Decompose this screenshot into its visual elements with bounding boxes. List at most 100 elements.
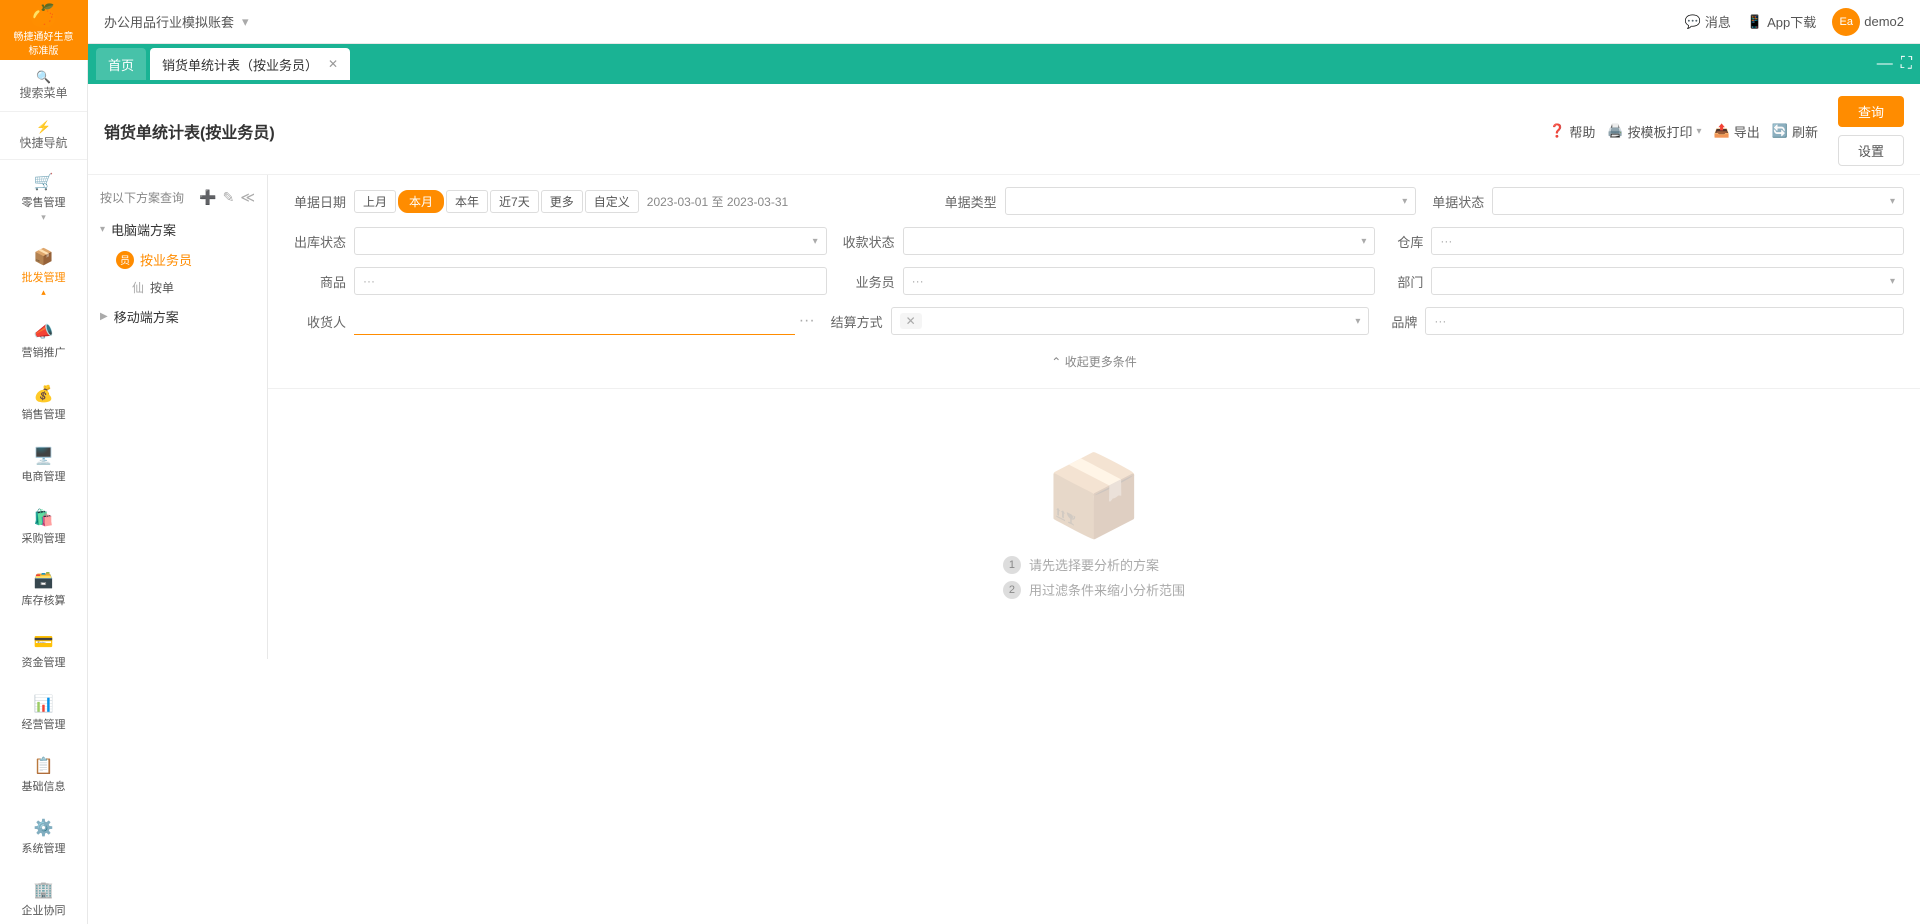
sidebar-item-basic[interactable]: 📋 基础信息: [0, 744, 87, 806]
tab-home[interactable]: 首页: [96, 48, 146, 80]
date-quick-btns: 上月 本月 本年 近7天 更多 自定义: [354, 190, 639, 213]
tab-maximize-icon[interactable]: ⛶: [1901, 55, 1912, 73]
system-icon: ⚙️: [34, 818, 54, 838]
ecommerce-icon: 🖥️: [34, 446, 54, 466]
date-btn-lastmonth[interactable]: 上月: [354, 190, 396, 213]
page-content: 销货单统计表(按业务员) ❓ 帮助 🖨️ 按模板打印 ▾ 📤 导出 🔄 刷: [88, 84, 1920, 924]
stock-status-select[interactable]: ▾: [354, 227, 827, 255]
marketing-label: 营销推广: [22, 344, 66, 360]
tab-close-icon[interactable]: ✕: [328, 57, 338, 71]
sales-icon: 💰: [34, 384, 54, 404]
left-panel-header: 按以下方案查询 ➕ ✎ ≪: [88, 185, 267, 214]
sidebar-item-operation[interactable]: 📊 经营管理: [0, 682, 87, 744]
tree-node-mobile[interactable]: ▶ 移动端方案: [88, 301, 267, 332]
payment-status-select[interactable]: ▾: [903, 227, 1376, 255]
date-btn-thismonth[interactable]: 本月: [398, 190, 444, 213]
collapse-panel-btn[interactable]: ≪: [240, 189, 255, 206]
content-body: 按以下方案查询 ➕ ✎ ≪ ▾ 电脑端方案 员 按业务员: [88, 175, 1920, 659]
date-label: 单据日期: [284, 192, 354, 211]
sidebar-item-sales[interactable]: 💰 销售管理: [0, 372, 87, 434]
retail-arrow: ▾: [41, 212, 46, 223]
filter-section: 单据日期 上月 本月 本年 近7天 更多 自定义 2023-03-01 至 20…: [268, 175, 1920, 389]
tip-num-2: 2: [1003, 581, 1021, 599]
page-title: 销货单统计表(按业务员): [104, 119, 275, 143]
filter-row-4: 收货人 ··· 结算方式 ✕ ▾ 品牌: [284, 307, 1904, 335]
refresh-btn[interactable]: 🔄 刷新: [1772, 122, 1818, 141]
salesperson-label: 业务员: [843, 272, 903, 291]
export-btn[interactable]: 📤 导出: [1714, 122, 1760, 141]
purchase-icon: 🛍️: [34, 508, 54, 528]
goods-dots: ···: [363, 274, 375, 288]
department-select[interactable]: ▾: [1431, 267, 1904, 295]
date-range-text: 2023-03-01 至 2023-03-31: [647, 193, 788, 210]
print-btn[interactable]: 🖨️ 按模板打印 ▾: [1607, 122, 1701, 141]
order-status-select[interactable]: ▾: [1492, 187, 1904, 215]
empty-tip-2: 2 用过滤条件来缩小分析范围: [1003, 580, 1185, 599]
sidebar-search[interactable]: 🔍 搜索菜单: [0, 60, 87, 112]
order-scheme-label: 按单: [150, 279, 174, 296]
salesperson-dots: ···: [912, 274, 924, 288]
payment-status-label: 收款状态: [843, 232, 903, 251]
tab-minimize-icon[interactable]: —: [1877, 55, 1893, 73]
date-btn-more[interactable]: 更多: [541, 190, 583, 213]
sidebar-item-enterprise[interactable]: 🏢 企业协同: [0, 868, 87, 924]
department-dropdown-icon: ▾: [1890, 276, 1895, 287]
goods-select[interactable]: ···: [354, 267, 827, 295]
sales-label: 销售管理: [22, 406, 66, 422]
sidebar-item-ecommerce[interactable]: 🖥️ 电商管理: [0, 434, 87, 496]
brand-dots: ···: [1434, 314, 1446, 328]
salesperson-select[interactable]: ···: [903, 267, 1376, 295]
user-area[interactable]: Ea demo2: [1832, 8, 1904, 36]
sidebar-quicknav[interactable]: ⚡ 快捷导航: [0, 112, 87, 160]
help-btn[interactable]: ❓ 帮助: [1549, 122, 1595, 141]
empty-tip-1: 1 请先选择要分析的方案: [1003, 555, 1185, 574]
tab-bar: 首页 销货单统计表（按业务员） ✕ — ⛶: [88, 44, 1920, 84]
breadcrumb-dropdown[interactable]: ▾: [242, 14, 249, 30]
app-download-icon: 📱: [1747, 14, 1763, 30]
help-label: 帮助: [1569, 122, 1595, 141]
tip-2-text: 用过滤条件来缩小分析范围: [1029, 580, 1185, 599]
tree-pc-label: 电脑端方案: [111, 220, 176, 239]
sidebar-item-finance[interactable]: 💳 资金管理: [0, 620, 87, 682]
query-button[interactable]: 查询: [1838, 96, 1904, 127]
receiver-input[interactable]: [354, 307, 795, 335]
sidebar-item-system[interactable]: ⚙️ 系统管理: [0, 806, 87, 868]
tab-sales-report[interactable]: 销货单统计表（按业务员） ✕: [150, 48, 350, 80]
date-btn-7days[interactable]: 近7天: [490, 190, 539, 213]
sidebar-item-marketing[interactable]: 📣 营销推广: [0, 310, 87, 372]
tree-node-pc[interactable]: ▾ 电脑端方案: [88, 214, 267, 245]
tip-1-text: 请先选择要分析的方案: [1029, 555, 1159, 574]
sidebar-item-purchase[interactable]: 🛍️ 采购管理: [0, 496, 87, 558]
settlement-select[interactable]: ✕ ▾: [891, 307, 1370, 335]
tree-child-salesperson[interactable]: 员 按业务员: [88, 245, 267, 274]
order-type-select[interactable]: ▾: [1005, 187, 1417, 215]
x-icon[interactable]: ✕: [906, 314, 916, 328]
warehouse-select[interactable]: ···: [1431, 227, 1904, 255]
stock-status-dropdown-icon: ▾: [813, 236, 818, 247]
sidebar-item-inventory[interactable]: 🗃️ 库存核算: [0, 558, 87, 620]
warehouse-dots: ···: [1440, 234, 1452, 248]
tree-grandchild-order[interactable]: 仙 按单: [88, 274, 267, 301]
filter-row-3: 商品 ··· 业务员 ··· 部门 ▾: [284, 267, 1904, 295]
message-btn[interactable]: 💬 消息: [1685, 12, 1731, 31]
date-btn-thisyear[interactable]: 本年: [446, 190, 488, 213]
receiver-dots[interactable]: ···: [799, 312, 815, 330]
brand-select[interactable]: ···: [1425, 307, 1904, 335]
add-scheme-btn[interactable]: ➕: [199, 189, 216, 206]
settlement-dropdown-icon: ▾: [1355, 316, 1360, 327]
logo-text: 畅捷通好生意: [14, 31, 74, 45]
search-label: 搜索菜单: [0, 84, 87, 101]
refresh-icon: 🔄: [1772, 123, 1788, 139]
salesperson-scheme-label: 按业务员: [140, 250, 192, 269]
order-scheme-icon: 仙: [132, 279, 144, 296]
date-btn-custom[interactable]: 自定义: [585, 190, 639, 213]
sidebar-item-wholesale[interactable]: 📦 批发管理 ▴: [0, 235, 87, 310]
app-download-btn[interactable]: 📱 App下载: [1747, 12, 1816, 31]
collapse-btn[interactable]: ⌃ 收起更多条件: [284, 347, 1904, 376]
settlement-label: 结算方式: [831, 312, 891, 331]
sidebar-item-retail[interactable]: 🛒 零售管理 ▾: [0, 160, 87, 235]
collapse-btn-icon: ⌃: [1051, 355, 1061, 369]
empty-illustration: 📦: [1044, 449, 1144, 543]
edit-scheme-btn[interactable]: ✎: [223, 189, 235, 206]
setting-button[interactable]: 设置: [1838, 135, 1904, 166]
